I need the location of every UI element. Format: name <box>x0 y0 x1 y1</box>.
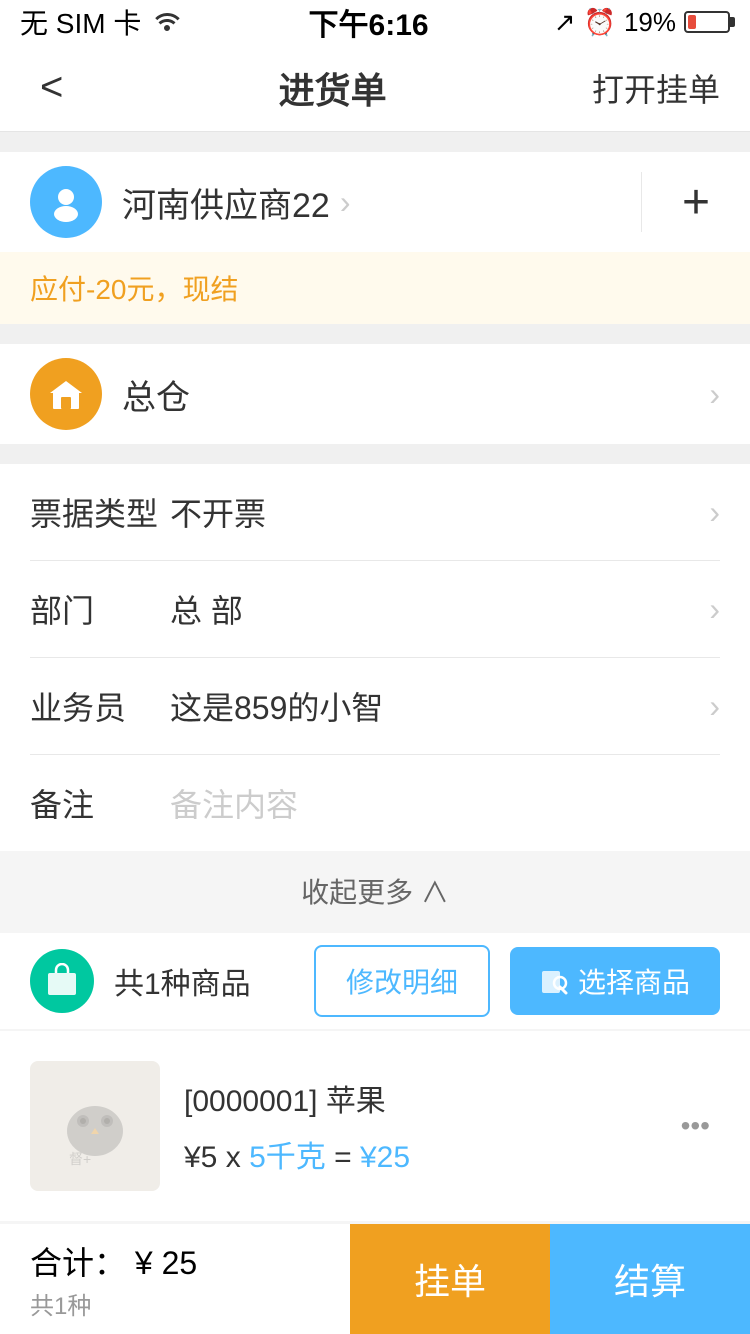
bottom-bar: 合计： ¥ 25 共1种 挂单 结算 <box>0 1224 750 1334</box>
total-label: 合计： <box>30 1245 126 1281</box>
supplier-chevron-icon: › <box>340 184 351 221</box>
hang-button[interactable]: 挂单 <box>350 1224 550 1334</box>
warehouse-row[interactable]: 总仓 › <box>0 344 750 444</box>
product-price-row: ¥5 x 5千克 = ¥25 <box>184 1132 647 1176</box>
remark-input[interactable]: 备注内容 <box>170 780 720 826</box>
edit-detail-button[interactable]: 修改明细 <box>314 945 490 1017</box>
nav-bar: < 进货单 打开挂单 <box>0 44 750 132</box>
location-icon: ↗ <box>554 7 576 38</box>
warehouse-icon <box>30 358 102 430</box>
department-row[interactable]: 部门 总 部 › <box>0 561 750 657</box>
supplier-notice: 应付-20元，现结 <box>0 252 750 324</box>
sales-chevron-icon: › <box>709 688 720 725</box>
page-title: 进货单 <box>279 62 387 114</box>
dept-value: 总 部 <box>170 586 699 632</box>
product-item: 督+ [0000001] 苹果 ¥5 x 5千克 = ¥25 ••• <box>0 1031 750 1221</box>
remark-label: 备注 <box>30 780 170 826</box>
total-row: 合计： ¥ 25 <box>30 1238 320 1284</box>
select-product-button[interactable]: 选择商品 <box>510 947 720 1015</box>
back-button[interactable]: < <box>30 55 73 120</box>
wifi-icon <box>151 6 183 38</box>
collapse-bar[interactable]: 收起更多 ∧ <box>0 851 750 931</box>
select-product-label: 选择商品 <box>578 961 690 1001</box>
salesperson-row[interactable]: 业务员 这是859的小智 › <box>0 658 750 754</box>
invoice-value: 不开票 <box>170 489 699 535</box>
product-name: [0000001] 苹果 <box>184 1076 647 1120</box>
status-right: ↗ ⏰ 19% <box>554 7 730 38</box>
dept-chevron-icon: › <box>709 591 720 628</box>
invoice-chevron-icon: › <box>709 494 720 531</box>
product-header: 共1种商品 修改明细 选择商品 <box>0 933 750 1029</box>
warehouse-name: 总仓 <box>122 370 699 419</box>
collapse-text: 收起更多 ∧ <box>301 871 449 911</box>
alarm-icon: ⏰ <box>584 7 616 38</box>
battery-text: 19% <box>624 7 676 38</box>
multiply-sign: x <box>226 1141 249 1174</box>
divider-1 <box>0 324 750 344</box>
product-info: [0000001] 苹果 ¥5 x 5千克 = ¥25 <box>184 1076 647 1176</box>
form-section: 票据类型 不开票 › 部门 总 部 › 业务员 这是859的小智 › 备注 备注… <box>0 464 750 851</box>
vertical-divider <box>641 172 642 232</box>
supplier-name: 河南供应商22 <box>122 178 330 227</box>
total-count: 共1种 <box>30 1286 320 1321</box>
carrier-text: 无 SIM 卡 <box>20 2 141 42</box>
product-count-text: 共1种商品 <box>114 959 294 1003</box>
subtotal: ¥25 <box>360 1141 410 1174</box>
top-divider <box>0 132 750 152</box>
supplier-info: 河南供应商22 › <box>30 166 611 238</box>
status-time: 下午6:16 <box>309 0 429 44</box>
product-thumbnail: 督+ <box>30 1061 160 1191</box>
equals-sign: = <box>334 1141 360 1174</box>
product-icon <box>30 949 94 1013</box>
invoice-type-row[interactable]: 票据类型 不开票 › <box>0 464 750 560</box>
product-more-button[interactable]: ••• <box>671 1100 720 1152</box>
supplier-row[interactable]: 河南供应商22 › + <box>0 152 750 252</box>
invoice-label: 票据类型 <box>30 489 170 535</box>
divider-2 <box>0 444 750 464</box>
battery-icon <box>684 11 730 33</box>
status-left: 无 SIM 卡 <box>20 2 183 42</box>
product-code: [0000001] <box>184 1085 317 1118</box>
svg-text:督+: 督+ <box>69 1151 91 1166</box>
settle-button[interactable]: 结算 <box>550 1224 750 1334</box>
remark-row[interactable]: 备注 备注内容 <box>0 755 750 851</box>
product-title: 苹果 <box>326 1085 386 1118</box>
open-pending-button[interactable]: 打开挂单 <box>592 65 720 111</box>
warehouse-chevron-icon: › <box>709 376 720 413</box>
qty-value: 5千克 <box>249 1141 326 1174</box>
total-section: 合计： ¥ 25 共1种 <box>0 1238 350 1321</box>
sales-value: 这是859的小智 <box>170 683 699 729</box>
unit-price: ¥5 <box>184 1141 217 1174</box>
supplier-avatar <box>30 166 102 238</box>
add-supplier-button[interactable]: + <box>672 165 720 240</box>
dept-label: 部门 <box>30 586 170 632</box>
status-bar: 无 SIM 卡 下午6:16 ↗ ⏰ 19% <box>0 0 750 44</box>
total-amount: ¥ 25 <box>135 1245 197 1281</box>
sales-label: 业务员 <box>30 683 170 729</box>
